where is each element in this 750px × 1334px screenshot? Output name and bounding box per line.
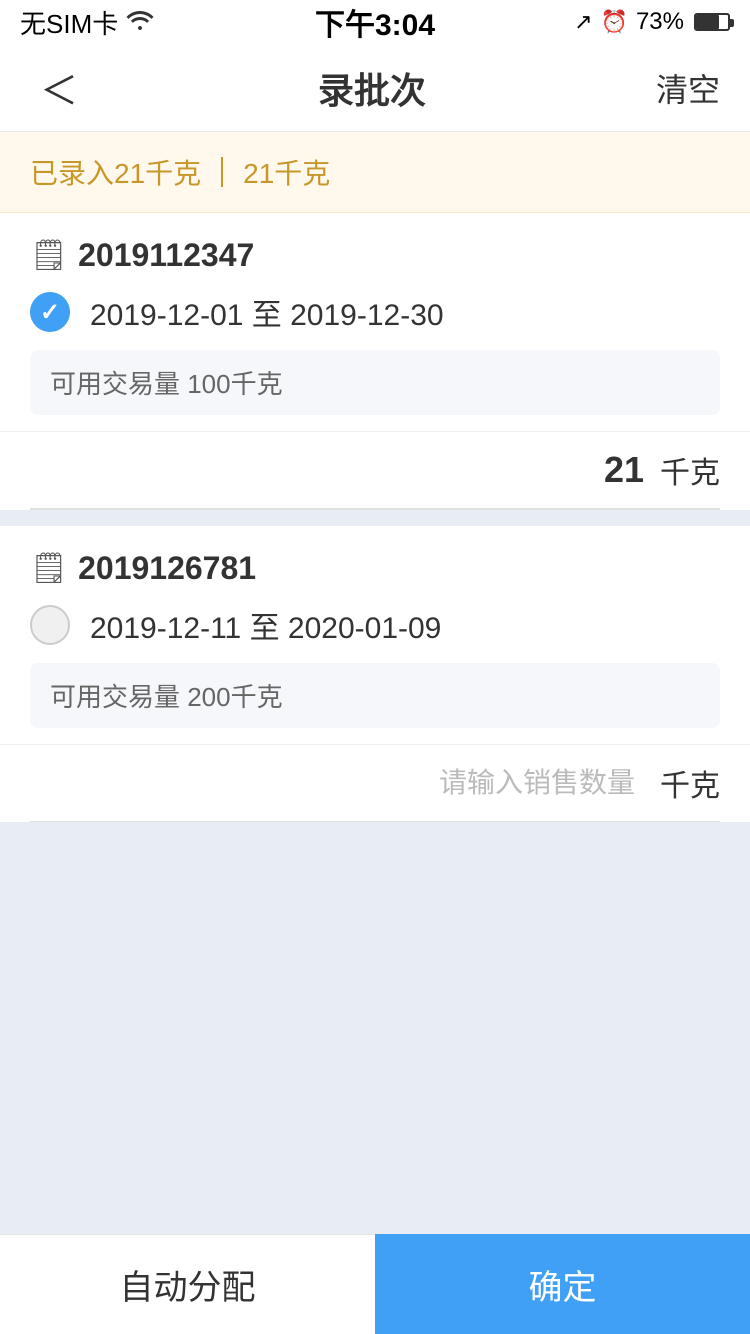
location-icon: ↗ (574, 9, 592, 35)
batch-date-row-2[interactable]: 2019-12-11 至 2020-01-09 (0, 595, 750, 655)
status-bar: 无SIM卡 下午3:04 ↗ ⏰ 73% (0, 0, 750, 44)
batch-id-2: 2019126781 (78, 550, 256, 587)
battery-icon (694, 13, 730, 31)
entered-label: 已录入21千克 (30, 152, 201, 192)
amount-unit-1: 千克 (660, 448, 720, 492)
battery-label: 73% (636, 8, 684, 36)
carrier-label: 无SIM卡 (20, 4, 118, 41)
batch-header-2: 🗒 2019126781 (0, 526, 750, 595)
nav-bar: ＜ 录批次 清空 (0, 44, 750, 132)
batch-id-1: 2019112347 (78, 237, 254, 274)
back-button[interactable]: ＜ (30, 50, 88, 125)
quantity-input-2[interactable] (30, 766, 660, 800)
avail-label-2: 可用交易量 200千克 (50, 682, 283, 712)
batch-id-icon-1: 🗒 (30, 238, 68, 273)
alarm-icon: ⏰ (601, 9, 628, 35)
batch-date-2: 2019-12-11 至 2020-01-09 (90, 603, 441, 647)
confirm-button[interactable]: 确定 (375, 1234, 750, 1334)
batch-avail-2: 可用交易量 200千克 (30, 663, 720, 728)
batch-date-row-1[interactable]: 2019-12-01 至 2019-12-30 (0, 282, 750, 342)
page-title: 录批次 (318, 62, 426, 114)
summary-value: 21千克 (243, 152, 330, 192)
batch-avail-1: 可用交易量 100千克 (30, 350, 720, 415)
batch-card-2: 🗒 2019126781 2019-12-11 至 2020-01-09 可用交… (0, 526, 750, 822)
status-time: 下午3:04 (315, 0, 435, 44)
wifi-icon (126, 7, 154, 38)
summary-divider (221, 157, 223, 187)
amount-row-1: 21 千克 (0, 431, 750, 508)
gray-area (0, 822, 750, 1262)
batch-id-icon-2: 🗒 (30, 551, 68, 586)
summary-bar: 已录入21千克 21千克 (0, 132, 750, 213)
batch-card-1: 🗒 2019112347 2019-12-01 至 2019-12-30 可用交… (0, 213, 750, 510)
radio-checked-1[interactable] (30, 292, 70, 332)
clear-button[interactable]: 清空 (656, 65, 720, 111)
auto-distribute-button[interactable]: 自动分配 (0, 1234, 375, 1334)
avail-label-1: 可用交易量 100千克 (50, 369, 283, 399)
card-separator (0, 510, 750, 526)
batch-date-1: 2019-12-01 至 2019-12-30 (90, 290, 444, 334)
status-right: ↗ ⏰ 73% (574, 8, 730, 36)
radio-unchecked-2[interactable] (30, 605, 70, 645)
status-left: 无SIM卡 (20, 4, 154, 41)
batch-header-1: 🗒 2019112347 (0, 213, 750, 282)
amount-value-1: 21 (604, 449, 644, 491)
input-row-2: 千克 (0, 744, 750, 821)
bottom-bar: 自动分配 确定 (0, 1234, 750, 1334)
input-unit-2: 千克 (660, 761, 720, 805)
